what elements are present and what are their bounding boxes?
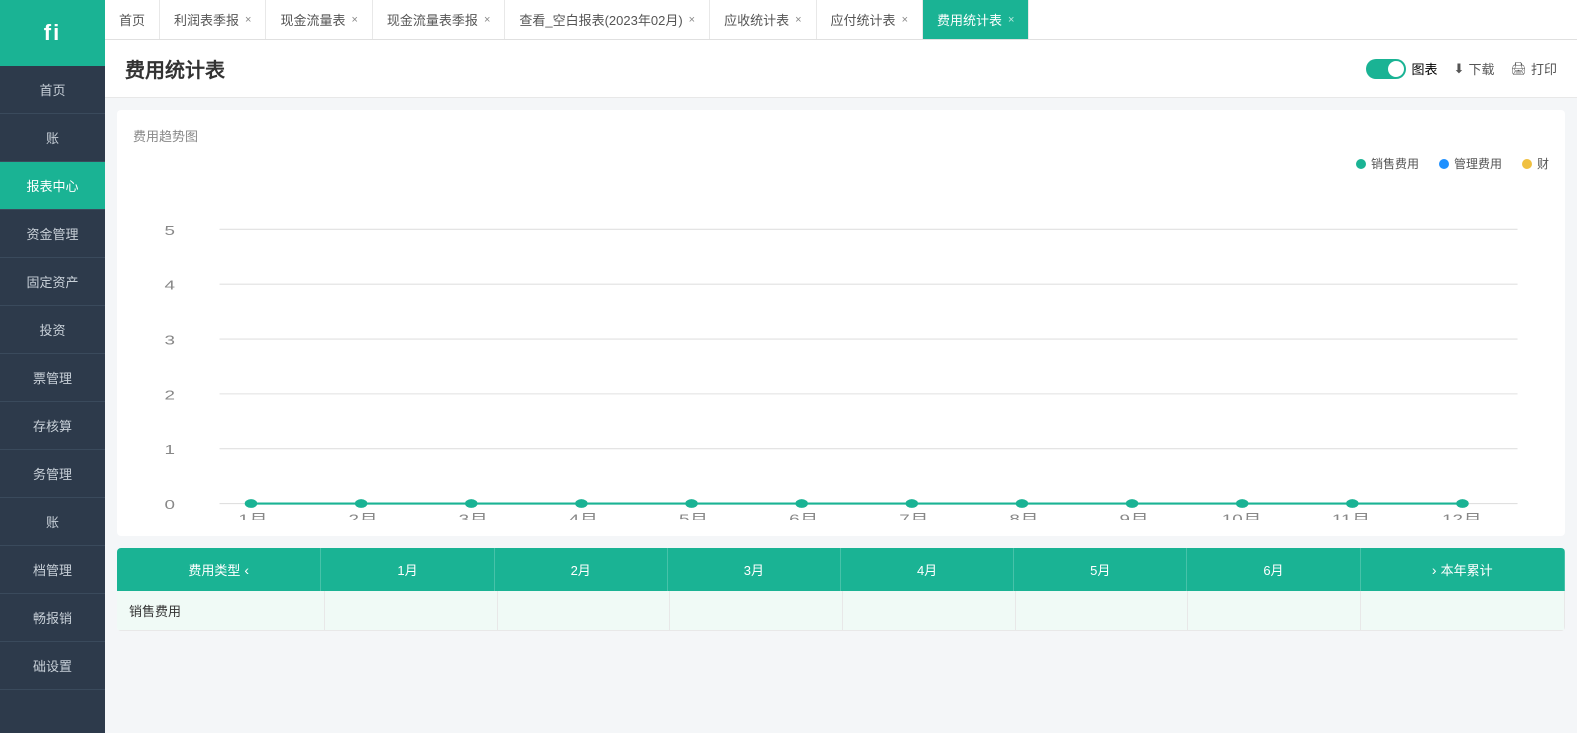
tab-home[interactable]: 首页 — [105, 0, 160, 39]
svg-text:3: 3 — [164, 333, 174, 348]
line-chart-svg: 0 1 2 3 4 5 1月 2月 3月 4 — [133, 180, 1549, 520]
legend-label-finance: 财 — [1537, 155, 1549, 172]
svg-text:11月: 11月 — [1332, 512, 1370, 520]
svg-text:6月: 6月 — [789, 512, 818, 520]
svg-text:5月: 5月 — [679, 512, 708, 520]
sidebar-item-service-mgmt[interactable]: 务管理 — [0, 450, 105, 498]
legend-sales-expense: 销售费用 — [1356, 155, 1419, 172]
download-icon: ⬇ — [1454, 61, 1465, 77]
sidebar-item-receivable[interactable]: 账 — [0, 498, 105, 546]
legend-dot-admin — [1439, 159, 1449, 169]
close-tab-expense-stats[interactable]: × — [1008, 14, 1014, 26]
sidebar-item-promo[interactable]: 畅报销 — [0, 594, 105, 642]
close-tab-check-blank[interactable]: × — [689, 14, 695, 26]
chart-section: 费用趋势图 销售费用 管理费用 财 0 1 — [117, 110, 1565, 536]
svg-text:1月: 1月 — [238, 512, 267, 520]
page-title: 费用统计表 — [125, 54, 225, 83]
sidebar-item-ledger[interactable]: 账 — [0, 114, 105, 162]
close-tab-profit-quarterly[interactable]: × — [245, 14, 251, 26]
svg-text:2: 2 — [164, 388, 174, 403]
svg-text:4: 4 — [164, 278, 174, 293]
col-next-arrow[interactable]: › — [1432, 562, 1437, 578]
print-button[interactable]: 🖨 打印 — [1510, 59, 1557, 78]
table-row: 销售费用 — [117, 591, 1565, 631]
chart-legend: 销售费用 管理费用 财 — [133, 155, 1549, 172]
legend-dot-sales — [1356, 159, 1366, 169]
page-header: 费用统计表 图表 ⬇ 下载 🖨 打印 — [105, 40, 1577, 98]
svg-text:5: 5 — [164, 224, 174, 239]
cell-feb — [498, 591, 671, 630]
tab-bar: 首页 利润表季报 × 现金流量表 × 现金流量表季报 × 查看_空白报表(202… — [105, 0, 1577, 40]
sidebar-item-inventory[interactable]: 存核算 — [0, 402, 105, 450]
legend-label-admin: 管理费用 — [1454, 155, 1502, 172]
svg-text:12月: 12月 — [1442, 512, 1482, 520]
svg-text:10月: 10月 — [1222, 512, 1262, 520]
cell-jan — [325, 591, 498, 630]
svg-text:2月: 2月 — [349, 512, 378, 520]
chart-toggle-wrap: 图表 — [1366, 59, 1438, 79]
col-apr: 4月 — [841, 548, 1014, 591]
tab-expense-stats[interactable]: 费用统计表 × — [923, 0, 1029, 39]
main-area: 首页 利润表季报 × 现金流量表 × 现金流量表季报 × 查看_空白报表(202… — [105, 0, 1577, 733]
svg-text:0: 0 — [164, 498, 174, 513]
tab-cash-flow-quarterly[interactable]: 现金流量表季报 × — [373, 0, 505, 39]
sidebar-item-archive-mgmt[interactable]: 档管理 — [0, 546, 105, 594]
col-ytd: › 本年累计 — [1361, 548, 1565, 591]
tab-cash-flow[interactable]: 现金流量表 × — [266, 0, 372, 39]
col-prev-arrow[interactable]: ‹ — [244, 562, 249, 578]
cell-mar — [670, 591, 843, 630]
sidebar-item-basic-settings[interactable]: 础设置 — [0, 642, 105, 690]
tab-payable-stats[interactable]: 应付统计表 × — [817, 0, 923, 39]
sidebar-logo: fi — [0, 0, 105, 66]
col-jan: 1月 — [321, 548, 494, 591]
download-button[interactable]: ⬇ 下载 — [1454, 59, 1495, 78]
sidebar-item-invoice-mgmt[interactable]: 票管理 — [0, 354, 105, 402]
cell-may — [1016, 591, 1189, 630]
col-mar: 3月 — [668, 548, 841, 591]
chart-title: 费用趋势图 — [133, 126, 1549, 145]
svg-text:8月: 8月 — [1009, 512, 1038, 520]
cell-apr — [843, 591, 1016, 630]
sidebar-item-fund-mgmt[interactable]: 资金管理 — [0, 210, 105, 258]
close-tab-payable-stats[interactable]: × — [902, 14, 908, 26]
svg-text:4月: 4月 — [569, 512, 598, 520]
svg-text:9月: 9月 — [1119, 512, 1148, 520]
legend-admin-expense: 管理费用 — [1439, 155, 1502, 172]
tab-check-blank[interactable]: 查看_空白报表(2023年02月) × — [505, 0, 710, 39]
content-area: 费用统计表 图表 ⬇ 下载 🖨 打印 费用趋势图 — [105, 40, 1577, 733]
cell-jun — [1188, 591, 1361, 630]
tab-profit-quarterly[interactable]: 利润表季报 × — [160, 0, 266, 39]
header-actions: 图表 ⬇ 下载 🖨 打印 — [1366, 59, 1557, 79]
chart-toggle-label: 图表 — [1412, 59, 1438, 78]
svg-text:3月: 3月 — [459, 512, 488, 520]
col-jun: 6月 — [1187, 548, 1360, 591]
col-expense-type: 费用类型 ‹ — [117, 548, 321, 591]
svg-text:1: 1 — [164, 443, 174, 458]
expense-table: 费用类型 ‹ 1月 2月 3月 4月 5月 — [117, 548, 1565, 631]
legend-dot-finance — [1522, 159, 1532, 169]
print-icon: 🖨 — [1510, 61, 1527, 77]
sidebar-item-fixed-assets[interactable]: 固定资产 — [0, 258, 105, 306]
close-tab-receivable-stats[interactable]: × — [795, 14, 801, 26]
cell-expense-type: 销售费用 — [117, 591, 325, 630]
legend-finance-expense: 财 — [1522, 155, 1549, 172]
legend-label-sales: 销售费用 — [1371, 155, 1419, 172]
tab-receivable-stats[interactable]: 应收统计表 × — [710, 0, 816, 39]
col-feb: 2月 — [495, 548, 668, 591]
close-tab-cash-flow-quarterly[interactable]: × — [484, 14, 490, 26]
sidebar-item-investment[interactable]: 投资 — [0, 306, 105, 354]
close-tab-cash-flow[interactable]: × — [351, 14, 357, 26]
cell-ytd — [1361, 591, 1565, 630]
table-header: 费用类型 ‹ 1月 2月 3月 4月 5月 — [117, 548, 1565, 591]
sidebar: fi 首页 账 报表中心 资金管理 固定资产 投资 票管理 存核算 务管理 账 … — [0, 0, 105, 733]
chart-toggle[interactable] — [1366, 59, 1406, 79]
sidebar-item-report-center[interactable]: 报表中心 — [0, 162, 105, 210]
sidebar-item-home[interactable]: 首页 — [0, 66, 105, 114]
svg-text:7月: 7月 — [899, 512, 928, 520]
chart-container: 0 1 2 3 4 5 1月 2月 3月 4 — [133, 180, 1549, 520]
col-may: 5月 — [1014, 548, 1187, 591]
